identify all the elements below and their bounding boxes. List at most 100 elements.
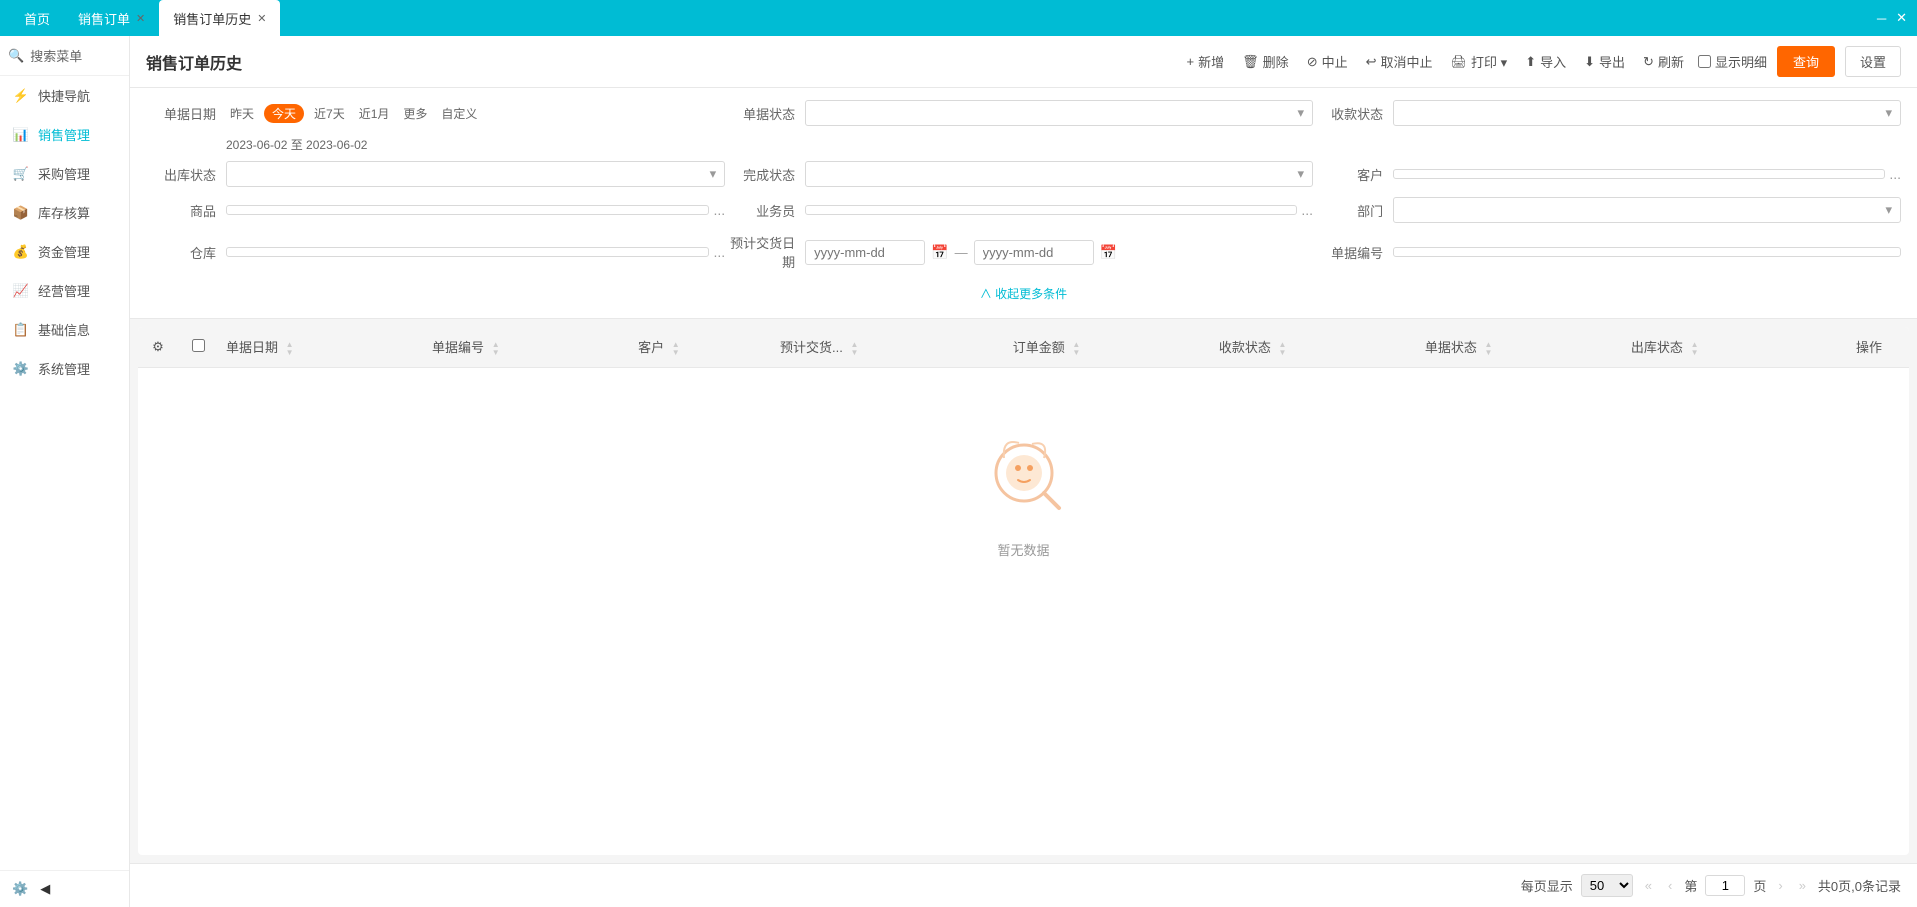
pagination: 每页显示 10 20 50 100 « ‹ 第 页 › » 共0页,0条记录: [130, 863, 1917, 907]
cancel-stop-button[interactable]: ↩ 取消中止: [1362, 50, 1437, 73]
sidebar-item-system-label: 系统管理: [38, 359, 90, 378]
shortcut-yesterday[interactable]: 昨天: [226, 104, 258, 123]
sidebar-search[interactable]: 🔍 搜索菜单: [0, 36, 129, 76]
th-amount-label: 订单金额: [1013, 340, 1065, 355]
collapse-label: ∧ 收起更多条件: [980, 287, 1067, 301]
quick-nav-icon: ⚡: [12, 87, 30, 105]
order-no-filter-group: 单据编号: [1313, 243, 1901, 262]
shortcut-7days[interactable]: 近7天: [310, 104, 349, 123]
delete-label: 删除: [1263, 52, 1289, 71]
customer-ellipsis[interactable]: ...: [1889, 166, 1901, 182]
warehouse-ellipsis[interactable]: ...: [713, 244, 725, 260]
th-pay-status-label: 收款状态: [1219, 340, 1271, 355]
warehouse-input[interactable]: [226, 247, 709, 257]
sidebar-item-purchase[interactable]: 🛒 采购管理: [0, 154, 129, 193]
sidebar-item-system[interactable]: ⚙️ 系统管理: [0, 349, 129, 388]
salesman-input[interactable]: [805, 205, 1297, 215]
th-no[interactable]: 单据编号 ▲▼: [424, 327, 630, 367]
customer-input[interactable]: [1393, 169, 1885, 179]
window-minimize[interactable]: －: [1875, 9, 1888, 28]
sidebar-item-inventory[interactable]: 📦 库存核算: [0, 193, 129, 232]
filter-row-3: 商品 ... 业务员 ... 部门: [146, 197, 1901, 223]
shortcut-today[interactable]: 今天: [264, 104, 304, 123]
empty-text: 暂无数据: [997, 540, 1049, 559]
dept-arrow: ▾: [1885, 202, 1892, 218]
tab-sales-order-close[interactable]: ✕: [136, 12, 145, 25]
page-size-select[interactable]: 10 20 50 100: [1581, 874, 1633, 897]
th-bill-status[interactable]: 单据状态 ▲▼: [1417, 327, 1623, 367]
toolbar: + 新增 🗑 删除 ⊘ 中止 ↩ 取消中止 🖨 打印 ▾: [1183, 46, 1901, 77]
empty-icon: [974, 428, 1074, 528]
stop-button[interactable]: ⊘ 中止: [1303, 50, 1352, 73]
table-area: ⚙ 单据日期 ▲▼ 单据编号 ▲▼ 客户 ▲▼: [138, 327, 1909, 855]
calendar-start-icon[interactable]: 📅: [931, 244, 948, 261]
query-button[interactable]: 查询: [1777, 46, 1835, 77]
next-page-btn[interactable]: ›: [1774, 876, 1786, 895]
sidebar-item-quick-nav[interactable]: ⚡ 快捷导航: [0, 76, 129, 115]
show-detail-checkbox[interactable]: [1698, 55, 1711, 68]
goods-input[interactable]: [226, 205, 709, 215]
sidebar-settings-icon[interactable]: ⚙️: [12, 881, 28, 897]
prev-page-btn[interactable]: ‹: [1664, 876, 1676, 895]
th-action: 操作: [1829, 327, 1909, 367]
import-label: 导入: [1540, 52, 1566, 71]
last-page-btn[interactable]: »: [1795, 876, 1810, 895]
order-no-input[interactable]: [1393, 247, 1901, 257]
tab-sales-history[interactable]: 销售订单历史 ✕: [159, 0, 280, 36]
sidebar-item-operation[interactable]: 📈 经营管理: [0, 271, 129, 310]
shortcut-1month[interactable]: 近1月: [355, 104, 394, 123]
print-icon: 🖨: [1451, 54, 1468, 70]
refresh-button[interactable]: ↻ 刷新: [1639, 50, 1688, 73]
bill-status-select[interactable]: ▾: [805, 100, 1313, 126]
settings-button[interactable]: 设置: [1845, 46, 1901, 77]
th-amount[interactable]: 订单金额 ▲▼: [1005, 327, 1211, 367]
sidebar-item-inventory-label: 库存核算: [38, 203, 90, 222]
th-customer[interactable]: 客户 ▲▼: [630, 327, 772, 367]
sidebar-item-basic[interactable]: 📋 基础信息: [0, 310, 129, 349]
th-delivery[interactable]: 预计交货... ▲▼: [772, 327, 1005, 367]
shortcut-more[interactable]: 更多: [399, 104, 431, 123]
tab-sales-order[interactable]: 销售订单 ✕: [64, 0, 159, 36]
print-button[interactable]: 🖨 打印 ▾: [1447, 50, 1512, 73]
sidebar: 🔍 搜索菜单 ⚡ 快捷导航 📊 销售管理 🛒 采购管理 📦 库存核算 💰 资金管…: [0, 36, 130, 907]
select-all-checkbox[interactable]: [192, 339, 205, 352]
add-button[interactable]: + 新增: [1183, 50, 1229, 73]
collapse-bar[interactable]: ∧ 收起更多条件: [146, 281, 1901, 306]
sidebar-collapse-icon[interactable]: ◀: [40, 881, 50, 897]
sidebar-search-label: 搜索菜单: [30, 46, 82, 65]
pay-status-select[interactable]: ▾: [1393, 100, 1901, 126]
dept-filter-group: 部门 ▾: [1313, 197, 1901, 223]
th-out-status[interactable]: 出库状态 ▲▼: [1623, 327, 1829, 367]
sidebar-bottom: ⚙️ ◀: [0, 870, 129, 907]
sidebar-item-operation-label: 经营管理: [38, 281, 90, 300]
th-delivery-label: 预计交货...: [780, 340, 843, 355]
filter-row-1: 单据日期 昨天 今天 近7天 近1月 更多 自定义 单据状态: [146, 100, 1901, 126]
delivery-end-date[interactable]: [974, 240, 1094, 265]
th-date-label: 单据日期: [226, 340, 278, 355]
sidebar-item-finance[interactable]: 💰 资金管理: [0, 232, 129, 271]
tab-home[interactable]: 首页: [10, 0, 64, 36]
th-date[interactable]: 单据日期 ▲▼: [218, 327, 424, 367]
filter-row-4: 仓库 ... 预计交货日期 📅 — 📅: [146, 233, 1901, 271]
th-settings[interactable]: ⚙: [138, 327, 178, 367]
th-pay-status[interactable]: 收款状态 ▲▼: [1211, 327, 1417, 367]
window-close[interactable]: ✕: [1896, 10, 1907, 26]
out-stock-select[interactable]: ▾: [226, 161, 725, 187]
dept-select[interactable]: ▾: [1393, 197, 1901, 223]
goods-ellipsis[interactable]: ...: [713, 202, 725, 218]
tab-sales-history-close[interactable]: ✕: [257, 12, 266, 25]
tab-sales-history-label: 销售订单历史: [173, 9, 251, 28]
shortcut-custom[interactable]: 自定义: [437, 104, 481, 123]
th-bill-status-label: 单据状态: [1425, 340, 1477, 355]
delivery-start-date[interactable]: [805, 240, 925, 265]
th-checkbox[interactable]: [178, 327, 218, 367]
calendar-end-icon[interactable]: 📅: [1100, 244, 1117, 261]
import-button[interactable]: ⬆ 导入: [1521, 50, 1570, 73]
first-page-btn[interactable]: «: [1641, 876, 1656, 895]
current-page-input[interactable]: [1705, 875, 1745, 896]
delete-button[interactable]: 🗑 删除: [1238, 50, 1293, 73]
export-button[interactable]: ⬇ 导出: [1580, 50, 1629, 73]
complete-status-select[interactable]: ▾: [805, 161, 1313, 187]
salesman-ellipsis[interactable]: ...: [1301, 202, 1313, 218]
sidebar-item-sales[interactable]: 📊 销售管理: [0, 115, 129, 154]
